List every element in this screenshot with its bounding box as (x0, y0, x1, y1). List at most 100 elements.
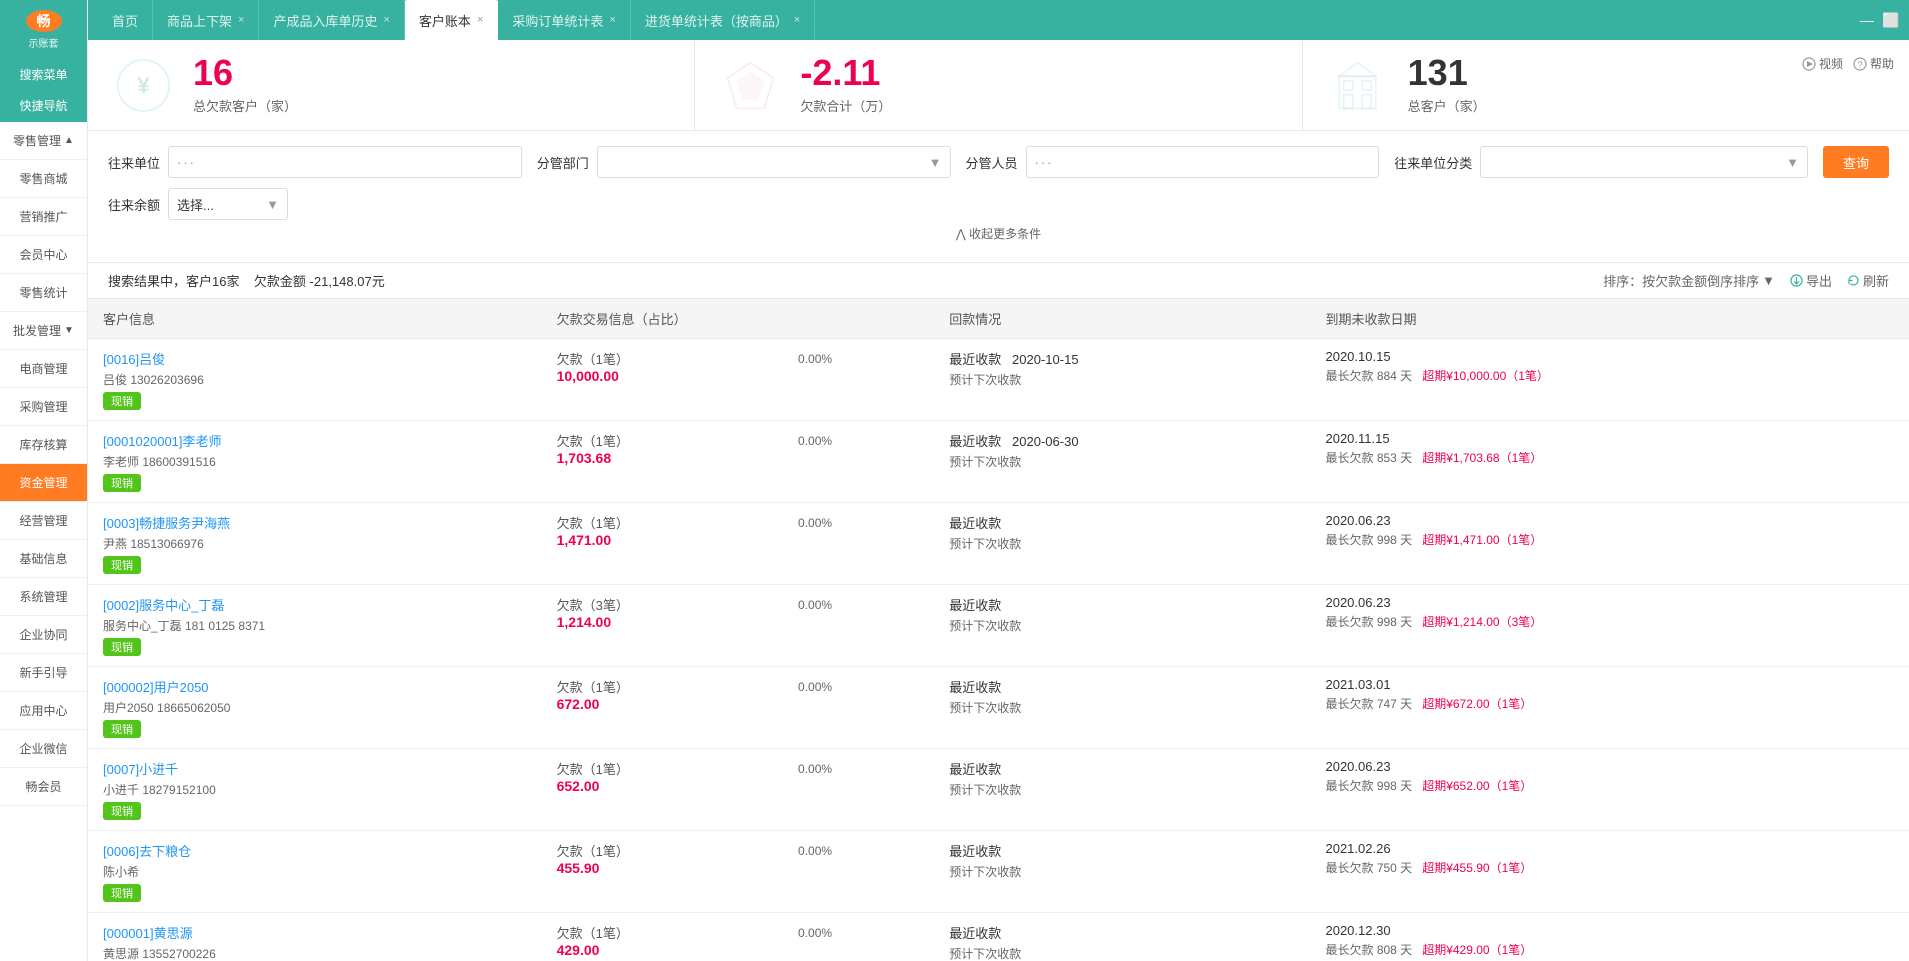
table-row: [0001020001]李老师 李老师 18600391516 现销 欠款（1笔… (88, 421, 1909, 503)
stat-card-debt-amount: -2.11 欠款合计（万） (695, 40, 1302, 130)
stats-bar: ¥ 16 总欠款客户（家） -2.11 欠款合计（万） (88, 40, 1909, 131)
sidebar-item-retail-stats[interactable]: 零售统计 (0, 274, 87, 312)
search-menu[interactable]: 搜索菜单 (0, 60, 87, 89)
sidebar-item-new-guide[interactable]: 新手引导 (0, 654, 87, 692)
customer-name[interactable]: [0002]服务中心_丁磊 (103, 595, 527, 614)
overdue-link[interactable]: 超期¥652.00（1笔） (1422, 779, 1532, 793)
debt-amount[interactable]: 672.00 (557, 696, 768, 712)
overdue-link[interactable]: 超期¥1,471.00（1笔） (1422, 533, 1542, 547)
unit-class-select[interactable]: ▼ (1480, 146, 1808, 178)
tab-close-icon[interactable]: × (794, 14, 800, 26)
debt-amount[interactable]: 1,471.00 (557, 532, 768, 548)
sidebar-item-inventory[interactable]: 库存核算 (0, 426, 87, 464)
tab-purchase-stat[interactable]: 采购订单统计表 × (498, 0, 630, 40)
customer-name[interactable]: [0003]畅捷服务尹海燕 (103, 513, 527, 532)
customer-name[interactable]: [0016]吕俊 (103, 349, 527, 368)
customer-badge: 现销 (103, 884, 141, 902)
debt-customers-label: 总欠款客户（家） (193, 96, 669, 115)
debt-amount[interactable]: 10,000.00 (557, 368, 768, 384)
stat-content-debt-amount: -2.11 欠款合计（万） (800, 55, 1276, 115)
app-logo: 畅 示账套 (0, 0, 87, 60)
recent-label: 最近收款 2020-10-15 (949, 349, 1295, 368)
sidebar-item-ecommerce[interactable]: 电商管理 (0, 350, 87, 388)
app-subtitle: 示账套 (29, 35, 59, 50)
debt-count: 欠款（1笔） (557, 759, 768, 778)
max-overdue: 最长欠款 808 天 超期¥429.00（1笔） (1325, 941, 1894, 958)
max-overdue: 最长欠款 998 天 超期¥1,214.00（3笔） (1325, 613, 1894, 630)
search-menu-label: 搜索菜单 (19, 68, 67, 82)
sidebar-item-retail-mgmt[interactable]: 零售管理 ▲ (0, 122, 87, 160)
debt-amount[interactable]: 429.00 (557, 942, 768, 958)
customer-name[interactable]: [0007]小进千 (103, 759, 527, 778)
customer-phone: 李老师 18600391516 (103, 453, 527, 470)
refresh-button[interactable]: 刷新 (1847, 271, 1889, 290)
customer-name[interactable]: [000002]用户2050 (103, 677, 527, 696)
debt-amount[interactable]: 1,214.00 (557, 614, 768, 630)
sidebar-item-retail-mall[interactable]: 零售商城 (0, 160, 87, 198)
sidebar-item-purchase-mgmt[interactable]: 采购管理 (0, 388, 87, 426)
debt-amount[interactable]: 652.00 (557, 778, 768, 794)
due-date: 2020.06.23 (1325, 513, 1894, 528)
sidebar-item-label: 新手引导 (19, 666, 67, 680)
search-button[interactable]: 查询 (1823, 146, 1889, 178)
tab-close-icon[interactable]: × (238, 14, 244, 26)
sidebar-item-label: 库存核算 (19, 438, 67, 452)
table-row: [0007]小进千 小进千 18279152100 现销 欠款（1笔） 652.… (88, 749, 1909, 831)
debt-amount[interactable]: 1,703.68 (557, 450, 768, 466)
customer-name[interactable]: [0001020001]李老师 (103, 431, 527, 450)
tab-close-icon[interactable]: × (383, 14, 389, 26)
overdue-link[interactable]: 超期¥429.00（1笔） (1422, 943, 1532, 957)
due-date: 2020.06.23 (1325, 595, 1894, 610)
debt-pct-cell: 0.00% (783, 667, 934, 749)
tab-product-history[interactable]: 产成品入库单历史 × (259, 0, 404, 40)
video-link[interactable]: 视频 (1802, 55, 1843, 72)
sidebar-item-enterprise-coop[interactable]: 企业协同 (0, 616, 87, 654)
customer-name[interactable]: [0006]去下粮仓 (103, 841, 527, 860)
table-row: [0003]畅捷服务尹海燕 尹燕 18513066976 现销 欠款（1笔） 1… (88, 503, 1909, 585)
overdue-link[interactable]: 超期¥10,000.00（1笔） (1422, 369, 1549, 383)
balance-select[interactable]: 选择... ▼ (168, 188, 288, 220)
tab-products-off[interactable]: 商品上下架 × (153, 0, 259, 40)
help-link[interactable]: ? 帮助 (1853, 55, 1894, 72)
sidebar-item-enterprise-wx[interactable]: 企业微信 (0, 730, 87, 768)
tab-incoming-stat[interactable]: 进货单统计表（按商品） × (631, 0, 815, 40)
tab-close-icon[interactable]: × (477, 14, 483, 26)
sidebar-item-marketing[interactable]: 营销推广 (0, 198, 87, 236)
source-unit-input[interactable]: ··· (168, 146, 522, 178)
sidebar-item-capital[interactable]: 资金管理 (0, 464, 87, 502)
minimize-button[interactable]: — (1859, 12, 1875, 28)
sidebar-item-label: 企业协同 (19, 628, 67, 642)
sidebar-item-batch-mgmt[interactable]: 批发管理 ▼ (0, 312, 87, 350)
tab-home[interactable]: 首页 (98, 0, 153, 40)
debt-amount[interactable]: 455.90 (557, 860, 768, 876)
maximize-button[interactable]: ⬜ (1883, 12, 1899, 28)
overdue-link[interactable]: 超期¥1,703.68（1笔） (1422, 451, 1542, 465)
customer-name[interactable]: [000001]黄思源 (103, 923, 527, 942)
debt-pct: 0.00% (798, 352, 919, 366)
quick-nav[interactable]: 快捷导航 (0, 89, 87, 122)
sidebar-item-base-info[interactable]: 基础信息 (0, 540, 87, 578)
debt-info-cell: 欠款（3笔） 1,214.00 (542, 585, 783, 667)
overdue-link[interactable]: 超期¥1,214.00（3笔） (1422, 615, 1542, 629)
sidebar-item-label: 采购管理 (19, 400, 67, 414)
repayment-cell: 最近收款 预计下次收款 (934, 749, 1310, 831)
customer-badge: 现销 (103, 638, 141, 656)
debt-info-cell: 欠款（1笔） 455.90 (542, 831, 783, 913)
person-input[interactable]: ··· (1026, 146, 1380, 178)
sidebar-item-member-plus[interactable]: 畅会员 (0, 768, 87, 806)
overdue-link[interactable]: 超期¥455.90（1笔） (1422, 861, 1532, 875)
sidebar-item-ops-mgmt[interactable]: 经营管理 (0, 502, 87, 540)
recent-label: 最近收款 (949, 759, 1295, 778)
tab-close-icon[interactable]: × (609, 14, 615, 26)
tab-customer-account[interactable]: 客户账本 × (405, 0, 498, 40)
filter-unit-class: 往来单位分类 ▼ (1394, 146, 1808, 178)
dept-select[interactable]: ▼ (597, 146, 951, 178)
export-button[interactable]: 导出 (1790, 271, 1832, 290)
collapse-filters[interactable]: ⋀ 收起更多条件 (108, 220, 1889, 247)
customer-phone: 小进千 18279152100 (103, 781, 527, 798)
overdue-link[interactable]: 超期¥672.00（1笔） (1422, 697, 1532, 711)
sidebar-item-app-center[interactable]: 应用中心 (0, 692, 87, 730)
sidebar-item-sys-mgmt[interactable]: 系统管理 (0, 578, 87, 616)
sidebar-item-member[interactable]: 会员中心 (0, 236, 87, 274)
stat-actions: 视频 ? 帮助 (1802, 55, 1894, 72)
